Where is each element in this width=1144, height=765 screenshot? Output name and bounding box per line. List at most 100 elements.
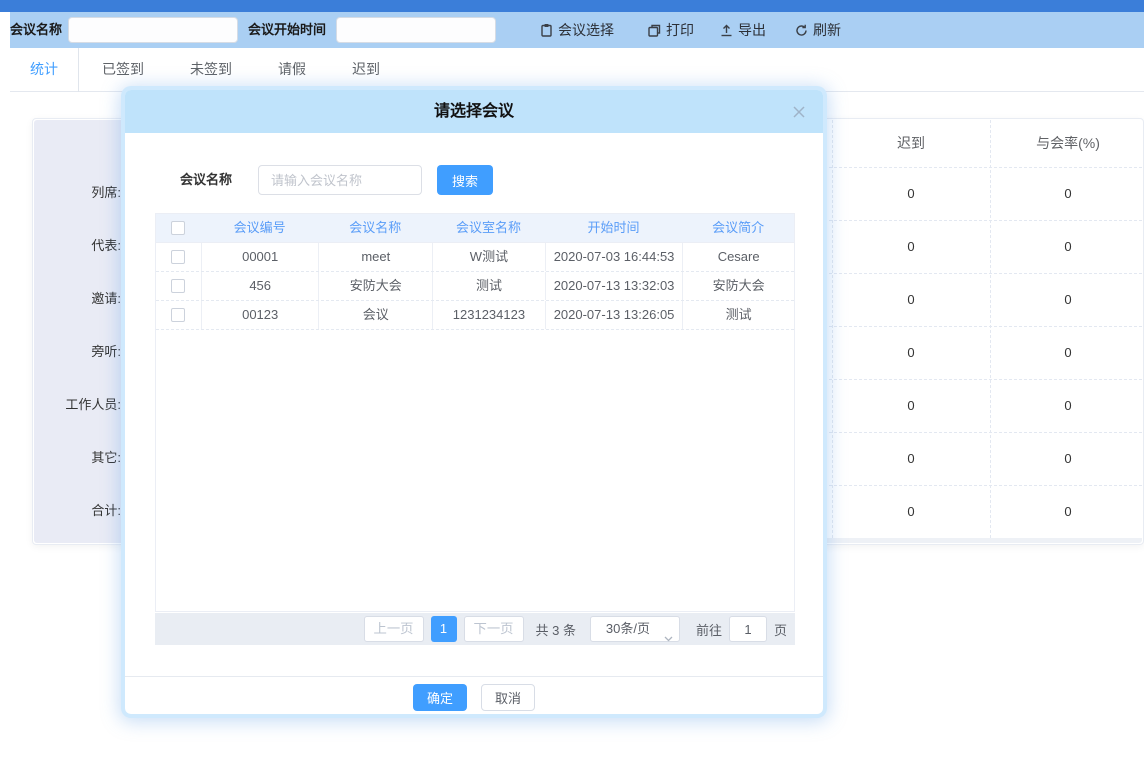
col-brief: 会议简介: [682, 214, 794, 242]
stats-row-label: 列席:: [34, 184, 121, 202]
page-number-1[interactable]: 1: [431, 616, 457, 642]
dialog-search-input[interactable]: [258, 165, 422, 195]
stats-value-rate: 0: [990, 380, 1142, 432]
stats-value-rate: 0: [990, 168, 1142, 220]
table-cell: meet: [318, 243, 432, 271]
meeting-name-input[interactable]: [68, 17, 238, 43]
chevron-down-icon: [664, 626, 673, 650]
stats-value-rate: 0: [990, 433, 1142, 485]
table-cell: 00123: [201, 301, 319, 329]
select-all-checkbox[interactable]: [171, 221, 185, 235]
confirm-button[interactable]: 确定: [413, 684, 467, 711]
stats-value-late: 0: [832, 168, 990, 220]
dialog-search-label: 会议名称: [180, 165, 238, 195]
dialog-title: 请选择会议: [125, 90, 823, 133]
pagination-bar: 上一页 1 下一页 共 3 条 30条/页 前往 页: [155, 613, 795, 645]
tab-signed[interactable]: 已签到: [79, 48, 167, 92]
refresh-icon: [795, 24, 808, 37]
table-cell: 安防大会: [318, 272, 432, 300]
stats-value-late: 0: [832, 327, 990, 379]
print-label: 打印: [666, 20, 694, 40]
clipboard-icon: [540, 23, 553, 37]
row-checkbox-cell: [156, 301, 201, 329]
stats-value-rate: 0: [990, 486, 1142, 538]
stats-col-late: 迟到: [832, 120, 990, 167]
table-row: 00001meetW测试2020-07-03 16:44:53Cesare: [156, 243, 794, 272]
table-cell: W测试: [432, 243, 545, 271]
table-cell: 456: [201, 272, 319, 300]
row-checkbox[interactable]: [171, 250, 185, 264]
stats-row-label: 工作人员:: [34, 396, 121, 414]
top-strip: [0, 0, 1144, 12]
meeting-table-body: 00001meetW测试2020-07-03 16:44:53Cesare456…: [156, 243, 794, 330]
prev-page-button[interactable]: 上一页: [364, 616, 424, 642]
goto-page-input[interactable]: [729, 616, 767, 642]
stats-row-label: 其它:: [34, 449, 121, 467]
page-size-select[interactable]: 30条/页: [590, 616, 680, 642]
dialog-footer: 确定 取消: [125, 676, 823, 714]
export-button[interactable]: 导出: [720, 12, 766, 48]
table-cell: 安防大会: [682, 272, 794, 300]
table-cell: 测试: [682, 301, 794, 329]
app-page: 会议名称 会议开始时间 会议选择 打印 导出 刷新: [0, 0, 1144, 765]
tab-bar: 统计已签到未签到请假迟到: [10, 48, 1144, 92]
print-icon: [648, 24, 661, 37]
table-cell: 2020-07-03 16:44:53: [545, 243, 683, 271]
table-cell: 2020-07-13 13:32:03: [545, 272, 683, 300]
row-checkbox[interactable]: [171, 279, 185, 293]
table-cell: 1231234123: [432, 301, 545, 329]
goto-label: 前往: [696, 620, 722, 639]
meeting-name-label: 会议名称: [10, 12, 62, 48]
meeting-select-button[interactable]: 会议选择: [540, 12, 614, 48]
stats-value-late: 0: [832, 380, 990, 432]
col-start-time: 开始时间: [545, 214, 683, 242]
stats-value-rate: 0: [990, 221, 1142, 273]
dialog-search-row: 会议名称 搜索: [125, 165, 823, 195]
stats-row-label: 合计:: [34, 502, 121, 520]
meeting-select-label: 会议选择: [558, 20, 614, 40]
row-checkbox[interactable]: [171, 308, 185, 322]
tab-not-signed[interactable]: 未签到: [167, 48, 255, 92]
stats-value-rate: 0: [990, 327, 1142, 379]
toolbar: 会议名称 会议开始时间 会议选择 打印 导出 刷新: [10, 12, 1144, 48]
stats-value-late: 0: [832, 221, 990, 273]
next-page-button[interactable]: 下一页: [464, 616, 524, 642]
row-checkbox-cell: [156, 243, 201, 271]
stats-value-late: 0: [832, 274, 990, 326]
table-row: 456安防大会测试2020-07-13 13:32:03安防大会: [156, 272, 794, 301]
table-cell: 会议: [318, 301, 432, 329]
goto-unit-label: 页: [774, 620, 787, 639]
table-row: 00123会议12312341232020-07-13 13:26:05测试: [156, 301, 794, 330]
tab-late[interactable]: 迟到: [329, 48, 403, 92]
refresh-label: 刷新: [813, 20, 841, 40]
total-count-label: 共 3 条: [536, 620, 576, 639]
export-icon: [720, 24, 733, 37]
start-time-input[interactable]: [336, 17, 496, 43]
meeting-select-dialog: 请选择会议 会议名称 搜索 会议编号 会议名称 会议室名称 开始时间 会议简介 …: [125, 90, 823, 714]
dialog-search-button[interactable]: 搜索: [437, 165, 493, 195]
refresh-button[interactable]: 刷新: [795, 12, 841, 48]
tab-leave[interactable]: 请假: [255, 48, 329, 92]
meeting-table-header: 会议编号 会议名称 会议室名称 开始时间 会议简介: [156, 214, 794, 243]
col-meeting-no: 会议编号: [201, 214, 319, 242]
start-time-label: 会议开始时间: [248, 12, 326, 48]
stats-value-rate: 0: [990, 274, 1142, 326]
page-size-value: 30条/页: [606, 621, 650, 636]
meeting-table: 会议编号 会议名称 会议室名称 开始时间 会议简介 00001meetW测试20…: [155, 213, 795, 612]
table-cell: 测试: [432, 272, 545, 300]
stats-value-late: 0: [832, 433, 990, 485]
tab-statistics[interactable]: 统计: [10, 48, 79, 92]
stats-row-label: 代表:: [34, 237, 121, 255]
stats-col-rate: 与会率(%): [990, 120, 1142, 167]
row-checkbox-cell: [156, 272, 201, 300]
stats-value-late: 0: [832, 486, 990, 538]
stats-row-label: 邀请:: [34, 290, 121, 308]
print-button[interactable]: 打印: [648, 12, 694, 48]
close-icon[interactable]: [789, 102, 809, 122]
stats-row-label: 旁听:: [34, 343, 121, 361]
cancel-button[interactable]: 取消: [481, 684, 535, 711]
table-cell: 2020-07-13 13:26:05: [545, 301, 683, 329]
select-all-cell: [156, 214, 201, 242]
table-cell: 00001: [201, 243, 319, 271]
col-room-name: 会议室名称: [432, 214, 545, 242]
